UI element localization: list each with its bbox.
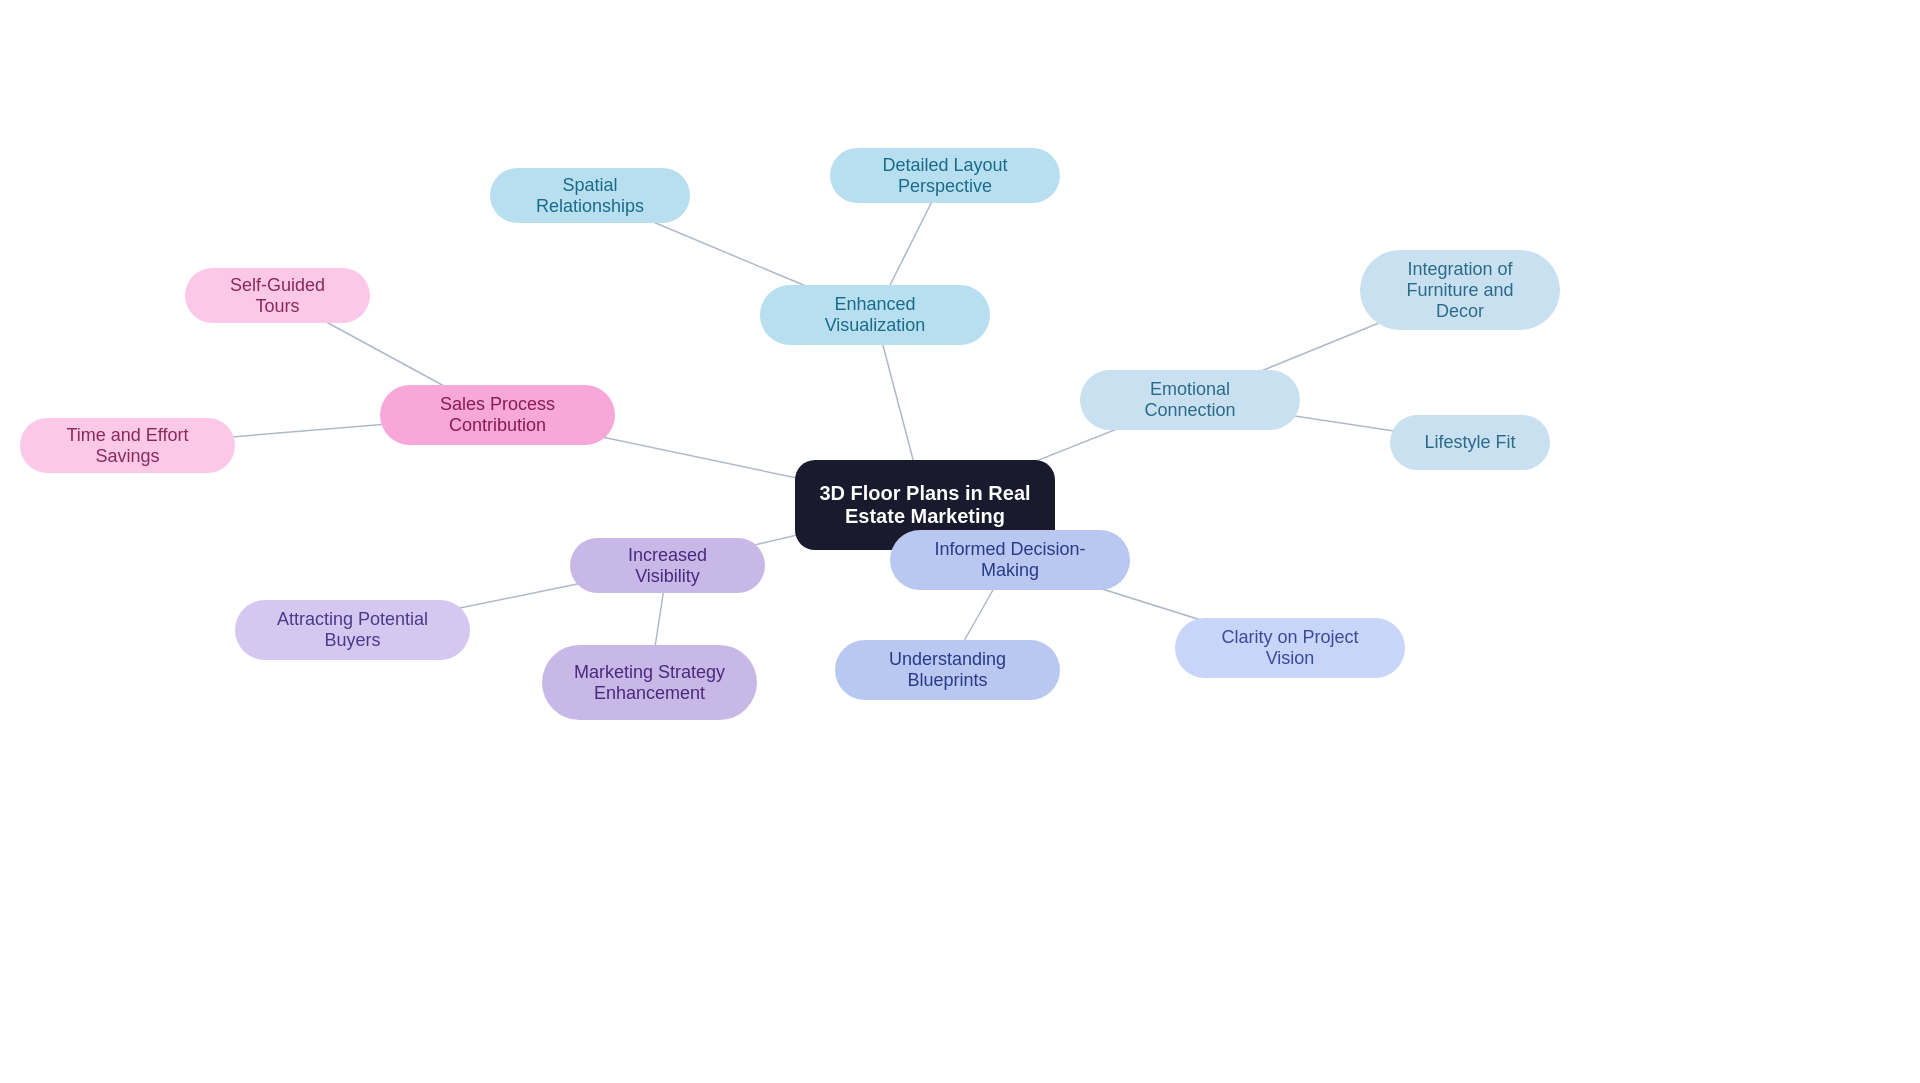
node-lifestyle-fit: Lifestyle Fit [1390, 415, 1550, 470]
node-sales-process: Sales Process Contribution [380, 385, 615, 445]
node-self-guided: Self-Guided Tours [185, 268, 370, 323]
node-time-effort: Time and Effort Savings [20, 418, 235, 473]
mindmap-container: 3D Floor Plans in Real Estate MarketingE… [0, 0, 1920, 1083]
node-understanding-bp: Understanding Blueprints [835, 640, 1060, 700]
node-marketing-strategy: Marketing Strategy Enhancement [542, 645, 757, 720]
node-increased-vis: Increased Visibility [570, 538, 765, 593]
node-detailed-layout: Detailed Layout Perspective [830, 148, 1060, 203]
node-emotional-conn: Emotional Connection [1080, 370, 1300, 430]
node-attracting-buyers: Attracting Potential Buyers [235, 600, 470, 660]
node-enhanced-viz: Enhanced Visualization [760, 285, 990, 345]
node-integration-furn: Integration of Furniture and Decor [1360, 250, 1560, 330]
node-spatial-rel: Spatial Relationships [490, 168, 690, 223]
node-informed-decision: Informed Decision-Making [890, 530, 1130, 590]
node-clarity-vision: Clarity on Project Vision [1175, 618, 1405, 678]
